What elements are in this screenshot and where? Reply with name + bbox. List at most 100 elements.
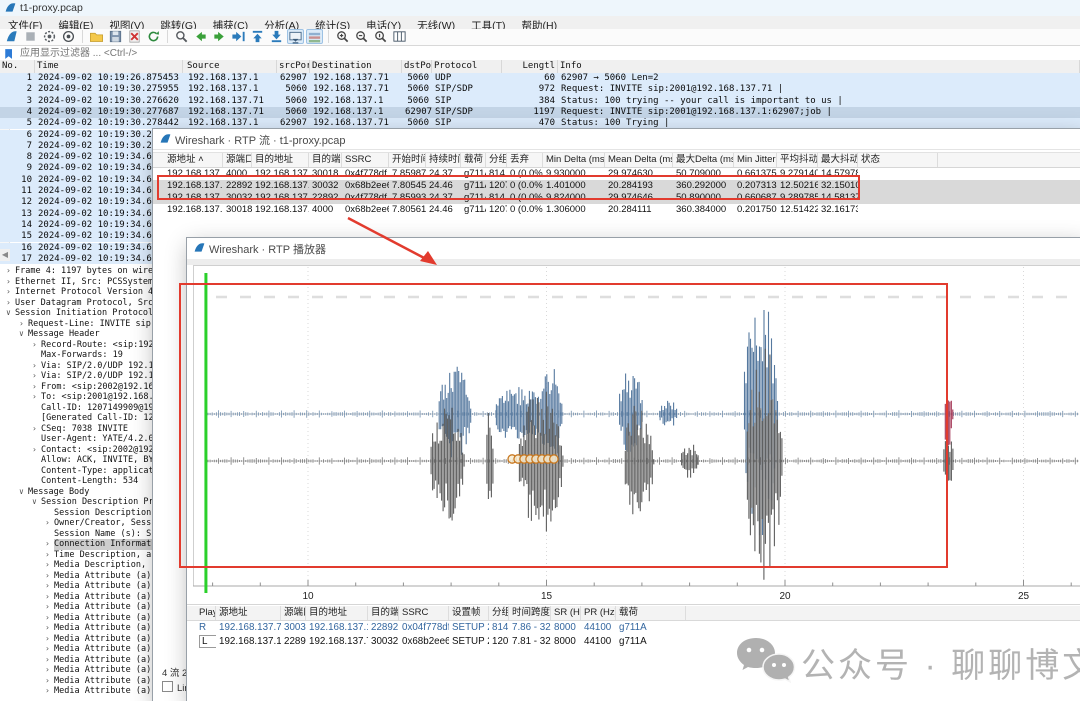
zoom-in-button[interactable]: [334, 29, 351, 44]
streams-column-header-13[interactable]: Min Jitter: [734, 153, 777, 167]
packet-list-hscroll-left-arrow[interactable]: ◀: [0, 249, 10, 261]
tree-expander-icon[interactable]: ›: [32, 340, 41, 351]
tree-expander-icon[interactable]: ›: [45, 623, 54, 634]
player-column-header-5[interactable]: SSRC: [399, 606, 449, 620]
tree-expander-icon[interactable]: ›: [45, 602, 54, 613]
tree-row[interactable]: ›Media Attribute (a): rt: [45, 686, 152, 697]
streams-column-header-5[interactable]: 开始时间: [389, 153, 426, 167]
tree-expander-icon[interactable]: ›: [45, 592, 54, 603]
tree-row[interactable]: Content-Length: 534: [32, 476, 152, 487]
streams-column-header-12[interactable]: 最大Delta (ms): [673, 153, 734, 167]
find-packet-button[interactable]: [173, 29, 190, 44]
limit-to-filter-checkbox[interactable]: [162, 681, 173, 692]
tree-row[interactable]: ›Media Attribute (a): rt: [45, 571, 152, 582]
tree-row[interactable]: ›Media Attribute (a): fm: [45, 644, 152, 655]
tree-row[interactable]: ›Media Attribute (a): rt: [45, 581, 152, 592]
tree-row[interactable]: ›Record-Route: <sip:192.168: [32, 340, 152, 351]
streams-column-header-2[interactable]: 目的地址: [252, 153, 309, 167]
streams-column-header-8[interactable]: 分组: [486, 153, 507, 167]
player-column-header-2[interactable]: 源端口: [281, 606, 306, 620]
tree-expander-icon[interactable]: ∨: [19, 487, 28, 498]
streams-column-header-10[interactable]: Min Delta (ms): [543, 153, 605, 167]
player-stream-row[interactable]: L192.168.137.122892192.168.137.71300320x…: [187, 634, 1080, 649]
tree-row[interactable]: Call-ID: 1207149909@192.16: [32, 403, 152, 414]
tree-expander-icon[interactable]: ›: [6, 277, 15, 288]
waveform-plot[interactable]: 10 15 20 25: [193, 265, 1080, 605]
tree-row[interactable]: ›Ethernet II, Src: PCSSystemtec_E: [6, 277, 152, 288]
player-column-header-8[interactable]: 时间跨度 (s): [509, 606, 551, 620]
rtp-stream-row[interactable]: 192.168.137.122892192.168.137.7130032 0x6…: [153, 180, 1080, 192]
player-column-header-0[interactable]: Play: [196, 606, 216, 620]
resize-columns-button[interactable]: [391, 29, 408, 44]
column-header-source[interactable]: Source: [185, 60, 277, 73]
streams-column-header-15[interactable]: 最大抖动: [818, 153, 858, 167]
tree-row[interactable]: ›User Datagram Protocol, Src Port: [6, 298, 152, 309]
tree-expander-icon[interactable]: ›: [45, 560, 54, 571]
packet-row[interactable]: 1 2024-09-02 10:19:26.875453 192.168.137.1…: [0, 73, 1080, 85]
zoom-out-button[interactable]: [353, 29, 370, 44]
tree-row[interactable]: ›Media Attribute (a): rt: [45, 665, 152, 676]
tree-row[interactable]: ∨Session Description Protoc: [32, 497, 152, 508]
tree-expander-icon[interactable]: ›: [45, 571, 54, 582]
player-cell-play[interactable]: R: [196, 621, 216, 635]
tree-expander-icon[interactable]: ›: [32, 392, 41, 403]
rtp-stream-row[interactable]: 192.168.137.7130018192.168.137.14000 0x68…: [153, 204, 1080, 216]
capture-options-button[interactable]: [41, 29, 58, 44]
player-column-header-3[interactable]: 目的地址: [306, 606, 368, 620]
tree-row[interactable]: ›Connection Information: [45, 539, 152, 550]
tree-row[interactable]: ›Request-Line: INVITE sip:2001: [19, 319, 152, 330]
tree-row[interactable]: ›Media Attribute (a): rt: [45, 634, 152, 645]
column-header-length[interactable]: Lengtl: [502, 60, 558, 73]
tree-row[interactable]: ›Media Attribute (a): fm: [45, 623, 152, 634]
rtp-streams-title-bar[interactable]: Wireshark · RTP 流 · t1-proxy.pcap: [153, 129, 1080, 150]
tree-row[interactable]: › CSeq: 7038 INVITE: [32, 424, 152, 435]
streams-column-header-7[interactable]: 载荷: [461, 153, 486, 167]
go-forward-button[interactable]: [211, 29, 228, 44]
go-to-bottom-button[interactable]: [268, 29, 285, 44]
tree-expander-icon[interactable]: ›: [45, 539, 54, 550]
restart-capture-button[interactable]: [60, 29, 77, 44]
tree-row[interactable]: ›To: <sip:2001@192.168.137.: [32, 392, 152, 403]
shark-fin-button[interactable]: [3, 29, 20, 44]
tree-row[interactable]: ›Internet Protocol Version 4, Src: [6, 287, 152, 298]
save-file-button[interactable]: [107, 29, 124, 44]
tree-row[interactable]: ›Via: SIP/2.0/UDP 192.168.1: [32, 371, 152, 382]
tree-row[interactable]: ›Media Attribute (a): rt: [45, 655, 152, 666]
streams-column-header-9[interactable]: 丢弃: [507, 153, 543, 167]
tree-expander-icon[interactable]: ›: [45, 644, 54, 655]
tree-expander-icon[interactable]: ›: [32, 371, 41, 382]
tree-row[interactable]: ∨Session Initiation Protocol (INV: [6, 308, 152, 319]
tree-expander-icon[interactable]: ›: [32, 382, 41, 393]
player-column-header-10[interactable]: PR (Hz): [581, 606, 616, 620]
tree-expander-icon[interactable]: ›: [45, 518, 54, 529]
streams-column-header-0[interactable]: 源地址 ˄: [164, 153, 223, 167]
tree-row[interactable]: Max-Forwards: 19: [32, 350, 152, 361]
tree-expander-icon[interactable]: ∨: [32, 497, 41, 508]
play-channel-selector[interactable]: L: [199, 634, 216, 648]
tree-expander-icon[interactable]: ∨: [19, 329, 28, 340]
packet-row[interactable]: 3 2024-09-02 10:19:30.276620 192.168.137.7…: [0, 95, 1080, 107]
rtp-stream-row[interactable]: 192.168.137.7130032192.168.137.122892 0x4…: [153, 192, 1080, 204]
column-header-dest[interactable]: Destination: [310, 60, 402, 73]
streams-column-header-6[interactable]: 持续时间: [426, 153, 461, 167]
player-column-header-1[interactable]: 源地址: [216, 606, 281, 620]
tree-expander-icon[interactable]: ›: [32, 445, 41, 456]
tree-expander-icon[interactable]: ›: [45, 634, 54, 645]
column-header-no[interactable]: No.: [0, 60, 35, 73]
tree-expander-icon[interactable]: ›: [45, 613, 54, 624]
tree-row[interactable]: ›Media Attribute (a): rt: [45, 613, 152, 624]
tree-expander-icon[interactable]: ›: [32, 361, 41, 372]
display-filter-input[interactable]: [18, 46, 1072, 61]
tree-expander-icon[interactable]: ›: [6, 287, 15, 298]
player-column-header-9[interactable]: SR (Hz): [551, 606, 581, 620]
tree-row[interactable]: Content-Type: application/: [32, 466, 152, 477]
column-header-dstport[interactable]: dstPort: [402, 60, 432, 73]
packet-row[interactable]: 2 2024-09-02 10:19:30.275955 192.168.137.1…: [0, 84, 1080, 96]
streams-column-header-16[interactable]: 状态: [858, 153, 938, 167]
player-column-header-4[interactable]: 目的端口: [368, 606, 399, 620]
column-header-info[interactable]: Info: [558, 60, 1080, 73]
column-header-time[interactable]: Time: [35, 60, 183, 73]
stop-capture-button[interactable]: [22, 29, 39, 44]
tree-row[interactable]: Session Name (s): SIP C: [45, 529, 152, 540]
go-to-top-button[interactable]: [249, 29, 266, 44]
